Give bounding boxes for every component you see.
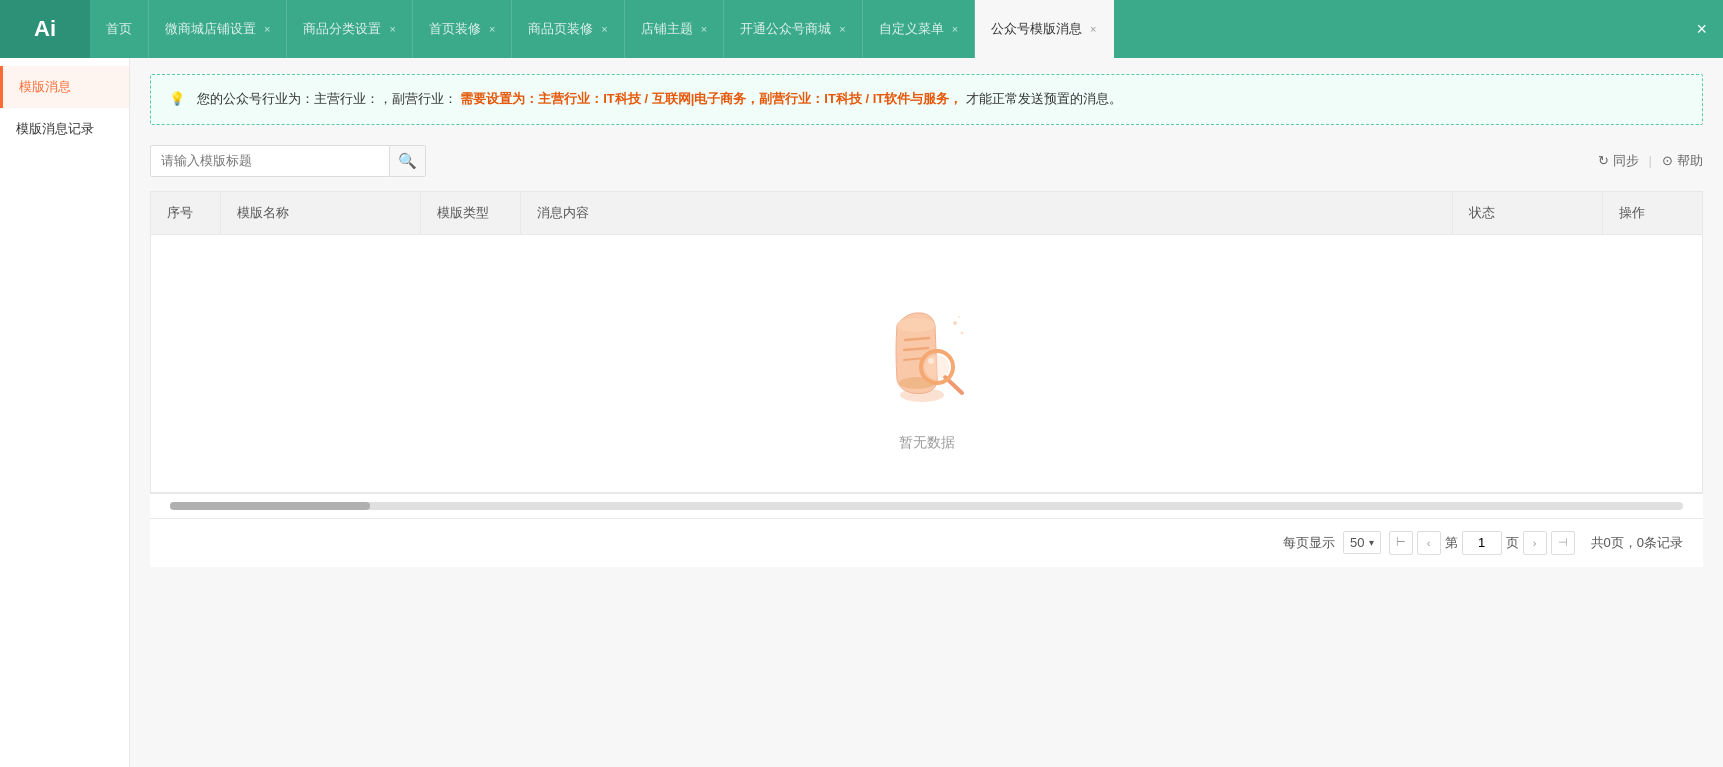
next-page-button[interactable]: › (1523, 531, 1547, 555)
first-page-button[interactable]: ⊢ (1389, 531, 1413, 555)
nav-tab-theme[interactable]: 店铺主题 × (625, 0, 724, 58)
scrollbar-thumb[interactable] (170, 502, 370, 510)
page-prefix-label: 第 (1445, 534, 1458, 552)
col-header-name: 模版名称 (221, 191, 421, 234)
nav-tab-open-mall[interactable]: 开通公众号商城 × (724, 0, 862, 58)
col-header-content: 消息内容 (521, 191, 1453, 234)
nav-tab-home-decor-close[interactable]: × (489, 23, 495, 35)
nav-tab-weshop-label: 微商城店铺设置 (165, 20, 256, 38)
search-right: ↻ 同步 | ⊙ 帮助 (1598, 152, 1703, 170)
col-header-status: 状态 (1453, 191, 1603, 234)
help-button[interactable]: ⊙ 帮助 (1662, 152, 1703, 170)
nav-tab-home[interactable]: 首页 (90, 0, 149, 58)
svg-point-11 (960, 331, 963, 334)
help-icon: ⊙ (1662, 153, 1673, 168)
nav-tab-product-decor-label: 商品页装修 (528, 20, 593, 38)
nav-tab-product-decor[interactable]: 商品页装修 × (512, 0, 624, 58)
last-page-button[interactable]: ⊣ (1551, 531, 1575, 555)
nav-tabs: 首页 微商城店铺设置 × 商品分类设置 × 首页装修 × 商品页装修 × 店铺主… (90, 0, 1680, 58)
per-page-value: 50 (1350, 535, 1364, 550)
empty-icon-wrapper (151, 295, 1702, 418)
nav-tab-template-msg-label: 公众号模版消息 (991, 20, 1082, 38)
svg-point-8 (925, 355, 949, 379)
nav-tab-theme-close[interactable]: × (701, 23, 707, 35)
pagination: 每页显示 50 ▾ ⊢ ‹ 第 页 › ⊣ 共0页，0条记录 (150, 518, 1703, 567)
notice-box: 💡 您的公众号行业为：主营行业：，副营行业： 需要设置为：主营行业：IT科技 /… (150, 74, 1703, 125)
col-header-seq: 序号 (151, 191, 221, 234)
close-all-button[interactable]: × (1680, 0, 1723, 58)
data-table: 序号 模版名称 模版类型 消息内容 状态 操作 (150, 191, 1703, 493)
page-number-input[interactable] (1462, 531, 1502, 555)
nav-tab-theme-label: 店铺主题 (641, 20, 693, 38)
search-input[interactable] (150, 145, 390, 177)
search-icon: 🔍 (398, 152, 417, 170)
notice-highlight: 需要设置为：主营行业：IT科技 / 互联网|电子商务，副营行业：IT科技 / I… (460, 91, 962, 106)
divider: | (1649, 153, 1652, 168)
svg-point-1 (897, 318, 935, 332)
svg-point-10 (953, 321, 957, 325)
prev-page-button[interactable]: ‹ (1417, 531, 1441, 555)
nav-tab-category[interactable]: 商品分类设置 × (287, 0, 412, 58)
help-label: 帮助 (1677, 152, 1703, 170)
page-unit-label: 页 (1506, 534, 1519, 552)
nav-tab-custom-menu-close[interactable]: × (952, 23, 958, 35)
per-page-dropdown-icon: ▾ (1369, 537, 1374, 548)
nav-tab-custom-menu[interactable]: 自定义菜单 × (863, 0, 975, 58)
empty-state-illustration (867, 295, 987, 415)
nav-tab-open-mall-label: 开通公众号商城 (740, 20, 831, 38)
nav-tab-category-label: 商品分类设置 (303, 20, 381, 38)
per-page-label: 每页显示 (1283, 534, 1335, 552)
nav-tab-home-label: 首页 (106, 20, 132, 38)
empty-state: 暂无数据 (151, 235, 1702, 492)
app-logo: Ai (0, 0, 90, 58)
nav-tab-home-decor[interactable]: 首页装修 × (413, 0, 512, 58)
sidebar-item-template-log-label: 模版消息记录 (16, 121, 94, 136)
search-button[interactable]: 🔍 (390, 145, 426, 177)
svg-point-9 (928, 358, 934, 364)
total-info: 共0页，0条记录 (1591, 534, 1683, 552)
nav-tab-home-decor-label: 首页装修 (429, 20, 481, 38)
nav-tab-category-close[interactable]: × (389, 23, 395, 35)
main-layout: 模版消息 模版消息记录 💡 您的公众号行业为：主营行业：，副营行业： 需要设置为… (0, 58, 1723, 767)
scrollbar-track[interactable] (170, 502, 1683, 510)
scrollbar-area[interactable] (150, 493, 1703, 518)
sidebar-item-template-msg[interactable]: 模版消息 (0, 66, 129, 108)
sync-button[interactable]: ↻ 同步 (1598, 152, 1639, 170)
nav-tab-open-mall-close[interactable]: × (839, 23, 845, 35)
col-header-action: 操作 (1603, 191, 1703, 234)
sync-label: 同步 (1613, 152, 1639, 170)
sidebar: 模版消息 模版消息记录 (0, 58, 130, 767)
nav-tab-weshop-close[interactable]: × (264, 23, 270, 35)
search-bar: 🔍 ↻ 同步 | ⊙ 帮助 (150, 145, 1703, 177)
svg-point-12 (958, 316, 960, 318)
sidebar-item-template-msg-label: 模版消息 (19, 79, 71, 94)
sync-icon: ↻ (1598, 153, 1609, 168)
nav-tab-product-decor-close[interactable]: × (601, 23, 607, 35)
nav-tab-custom-menu-label: 自定义菜单 (879, 20, 944, 38)
nav-tab-template-msg[interactable]: 公众号模版消息 × (975, 0, 1113, 58)
content-area: 💡 您的公众号行业为：主营行业：，副营行业： 需要设置为：主营行业：IT科技 /… (130, 58, 1723, 767)
search-left: 🔍 (150, 145, 426, 177)
pagination-nav: ⊢ ‹ 第 页 › ⊣ (1389, 531, 1575, 555)
empty-text: 暂无数据 (151, 434, 1702, 452)
notice-suffix: 才能正常发送预置的消息。 (966, 91, 1122, 106)
nav-tab-template-msg-close[interactable]: × (1090, 23, 1096, 35)
sidebar-item-template-log[interactable]: 模版消息记录 (0, 108, 129, 150)
top-nav: Ai 首页 微商城店铺设置 × 商品分类设置 × 首页装修 × 商品页装修 × … (0, 0, 1723, 58)
nav-tab-weshop[interactable]: 微商城店铺设置 × (149, 0, 287, 58)
per-page-select[interactable]: 50 ▾ (1343, 531, 1380, 554)
col-header-type: 模版类型 (421, 191, 521, 234)
notice-prefix: 您的公众号行业为：主营行业：，副营行业： (197, 91, 457, 106)
notice-icon: 💡 (169, 91, 185, 106)
